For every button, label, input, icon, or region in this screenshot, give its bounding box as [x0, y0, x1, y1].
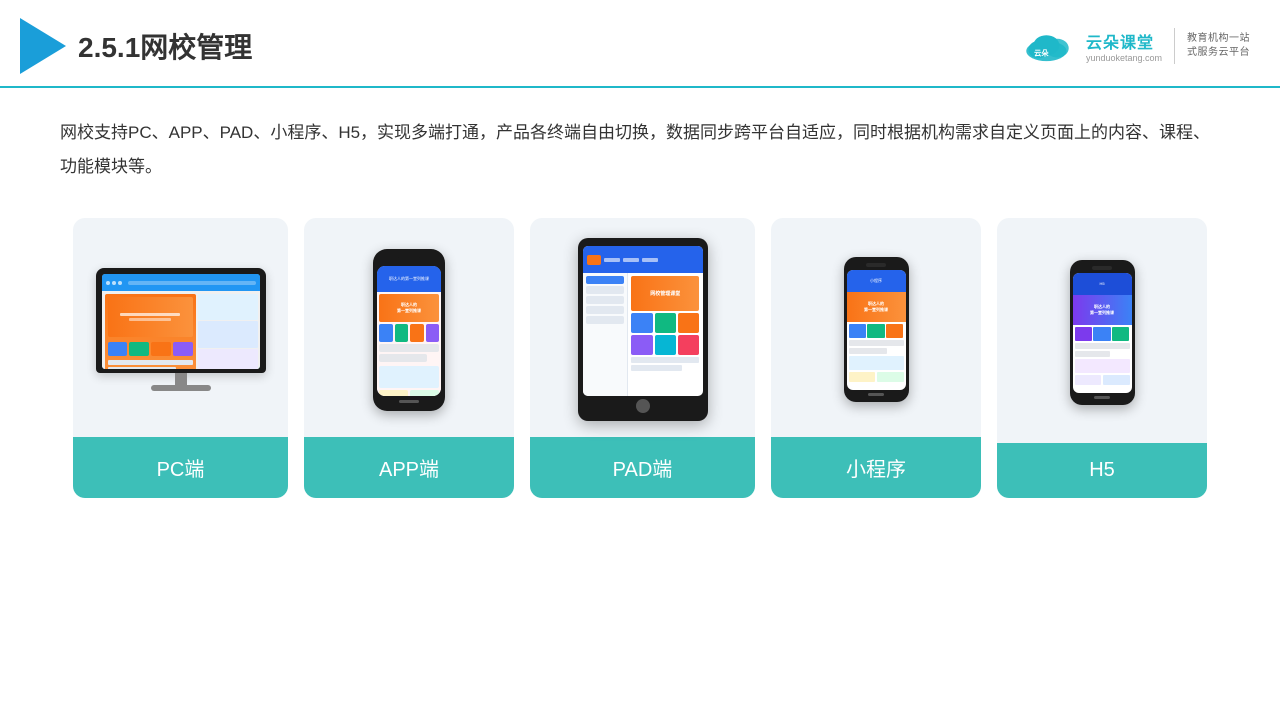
- card-h5-label: H5: [997, 443, 1207, 498]
- card-pad-label: PAD端: [530, 437, 755, 498]
- card-app: 职达人的第一堂列推课 职达人的第一堂列推课: [304, 218, 514, 498]
- card-pc-label: PC端: [73, 437, 288, 498]
- tablet-mockup-icon: 网校管理课堂: [578, 238, 708, 421]
- card-miniapp-image: 小程序 职达人的第一堂列推课: [771, 218, 981, 437]
- brand-logo-icon: 云朵 云朵课堂 yunduoketang.com 教育机构一站 式服务云平台: [1020, 28, 1250, 64]
- pc-monitor-icon: [96, 268, 266, 391]
- brand-tagline2: 式服务云平台: [1187, 46, 1250, 60]
- header-left: 2.5.1网校管理: [20, 18, 252, 74]
- card-h5: H5 职达人的第一堂列推课: [997, 218, 1207, 498]
- brand-name: 云朵课堂: [1086, 29, 1154, 53]
- svg-text:云朵: 云朵: [1034, 48, 1049, 57]
- card-pc-image: [73, 218, 288, 437]
- phone-mockup-icon: 职达人的第一堂列推课 职达人的第一堂列推课: [373, 249, 445, 411]
- brand-url: yunduoketang.com: [1086, 53, 1162, 63]
- header-right: 云朵 云朵课堂 yunduoketang.com 教育机构一站 式服务云平台: [1020, 28, 1250, 64]
- cloud-icon: 云朵: [1020, 28, 1080, 64]
- logo-triangle-icon: [20, 18, 66, 74]
- brand-logo: 云朵 云朵课堂 yunduoketang.com 教育机构一站 式服务云平台: [1020, 28, 1250, 64]
- miniapp-phone-icon: 小程序 职达人的第一堂列推课: [844, 257, 909, 402]
- card-h5-image: H5 职达人的第一堂列推课: [997, 218, 1207, 443]
- cards-container: PC端 职达人的第一堂列推课 职达人的第一堂列推课: [0, 194, 1280, 528]
- description-text: 网校支持PC、APP、PAD、小程序、H5，实现多端打通，产品各终端自由切换，数…: [0, 88, 1280, 194]
- card-miniapp-label: 小程序: [771, 437, 981, 498]
- brand-tagline: 教育机构一站: [1187, 32, 1250, 46]
- page-title: 2.5.1网校管理: [78, 26, 252, 66]
- card-app-image: 职达人的第一堂列推课 职达人的第一堂列推课: [304, 218, 514, 437]
- card-pad: 网校管理课堂: [530, 218, 755, 498]
- card-miniapp: 小程序 职达人的第一堂列推课: [771, 218, 981, 498]
- card-app-label: APP端: [304, 437, 514, 498]
- h5-phone-icon: H5 职达人的第一堂列推课: [1070, 260, 1135, 405]
- card-pad-image: 网校管理课堂: [530, 218, 755, 437]
- header: 2.5.1网校管理 云朵 云朵课堂 yunduoketang.com 教育机构一…: [0, 0, 1280, 88]
- card-pc: PC端: [73, 218, 288, 498]
